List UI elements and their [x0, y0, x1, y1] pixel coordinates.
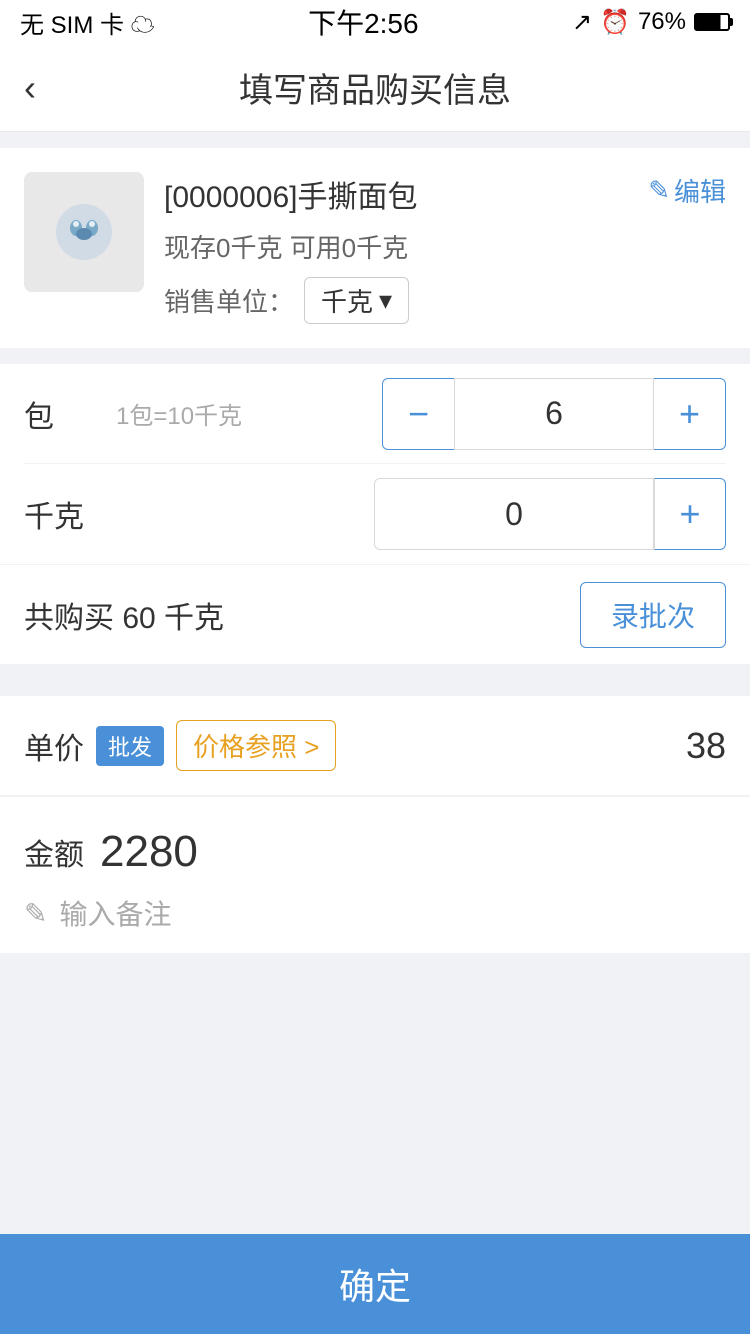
total-amount-value: 60 — [122, 602, 155, 635]
kg-value[interactable]: 0 — [374, 478, 654, 550]
kg-label: 千克 — [24, 492, 104, 536]
total-text: 共购买 60 千克 — [24, 593, 224, 637]
bag-value[interactable]: 6 — [454, 378, 654, 450]
product-stock: 现存0千克 可用0千克 — [164, 228, 628, 265]
bag-label: 包 — [24, 392, 104, 436]
kg-controls: 0 + — [374, 478, 726, 550]
total-prefix: 共购买 — [24, 602, 122, 635]
bottom-space — [0, 953, 750, 1253]
product-name: [0000006]手撕面包 — [164, 172, 628, 216]
battery-icon — [694, 13, 730, 31]
note-icon: ✎ — [24, 897, 47, 930]
amount-section: 金额 2280 ✎ 输入备注 — [0, 797, 750, 953]
price-value: 38 — [686, 725, 726, 767]
status-time: 下午2:56 — [308, 2, 419, 42]
edit-icon: ✎ — [648, 175, 670, 206]
status-right: ↗ ⏰ 76% — [572, 8, 730, 37]
product-logo — [54, 202, 114, 262]
confirm-button[interactable]: 确定 — [0, 1234, 750, 1334]
sim-status: 无 SIM 卡 ☁ — [20, 5, 155, 40]
price-section: 单价 批发 价格参照 > 38 — [0, 696, 750, 795]
edit-label: 编辑 — [674, 172, 726, 209]
bag-plus-button[interactable]: + — [654, 378, 726, 450]
chevron-down-icon: ▾ — [379, 285, 392, 316]
battery-percent: 76% — [638, 8, 686, 36]
alarm-icon: ⏰ — [600, 8, 630, 37]
product-image — [24, 172, 144, 292]
unit-label: 销售单位： — [164, 282, 294, 319]
input-section: 包 1包=10千克 − 6 + 千克 0 + — [0, 364, 750, 564]
bag-minus-button[interactable]: − — [382, 378, 454, 450]
amount-row: 金额 2280 — [24, 827, 726, 877]
amount-value: 2280 — [100, 827, 198, 877]
location-icon: ↗ — [572, 8, 592, 37]
kg-input-row: 千克 0 + — [24, 464, 726, 564]
batch-tag: 批发 — [96, 726, 164, 766]
price-ref-button[interactable]: 价格参照 > — [176, 720, 336, 771]
section-divider-1 — [0, 348, 750, 364]
unit-select[interactable]: 千克 ▾ — [304, 277, 409, 324]
nav-bar: ‹ 填写商品购买信息 — [0, 44, 750, 132]
amount-label: 金额 — [24, 830, 84, 874]
edit-button[interactable]: ✎ 编辑 — [648, 172, 726, 209]
bag-controls: − 6 + — [382, 378, 726, 450]
product-info: [0000006]手撕面包 现存0千克 可用0千克 销售单位： 千克 ▾ — [164, 172, 628, 324]
note-row[interactable]: ✎ 输入备注 — [24, 893, 726, 933]
kg-plus-button[interactable]: + — [654, 478, 726, 550]
bag-hint: 1包=10千克 — [116, 396, 382, 431]
product-unit-row: 销售单位： 千克 ▾ — [164, 277, 628, 324]
product-card: [0000006]手撕面包 现存0千克 可用0千克 销售单位： 千克 ▾ ✎ 编… — [0, 148, 750, 348]
status-bar: 无 SIM 卡 ☁ 下午2:56 ↗ ⏰ 76% — [0, 0, 750, 44]
price-label: 单价 — [24, 724, 84, 768]
bag-input-row: 包 1包=10千克 − 6 + — [24, 364, 726, 464]
status-left: 无 SIM 卡 ☁ — [20, 5, 155, 40]
batch-button[interactable]: 录批次 — [580, 582, 726, 648]
total-row: 共购买 60 千克 录批次 — [0, 564, 750, 664]
price-left: 单价 批发 价格参照 > — [24, 720, 336, 771]
total-unit-value: 千克 — [156, 602, 224, 635]
unit-value: 千克 — [321, 282, 373, 319]
section-divider-2 — [0, 664, 750, 680]
note-placeholder: 输入备注 — [59, 893, 171, 933]
back-button[interactable]: ‹ — [24, 67, 36, 109]
page-title: 填写商品购买信息 — [239, 63, 511, 112]
